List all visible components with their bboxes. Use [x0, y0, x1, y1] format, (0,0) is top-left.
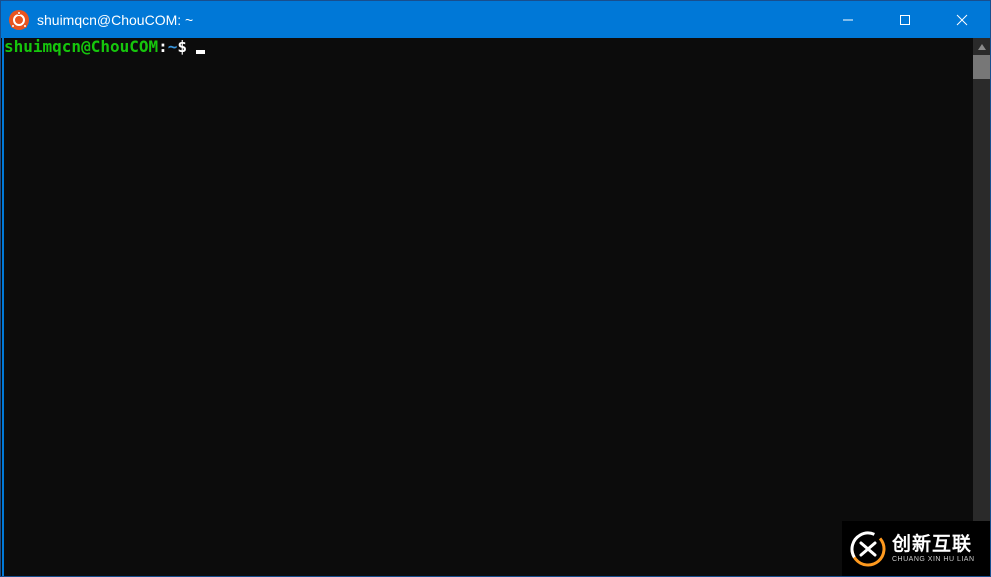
terminal[interactable]: shuimqcn@ChouCOM:~$ [1, 38, 973, 576]
titlebar[interactable]: shuimqcn@ChouCOM: ~ [1, 1, 990, 38]
maximize-icon [899, 14, 911, 26]
vertical-scrollbar[interactable] [973, 38, 990, 576]
maximize-button[interactable] [876, 1, 933, 38]
window-title: shuimqcn@ChouCOM: ~ [37, 12, 193, 28]
watermark-cn: 创新互联 [892, 535, 975, 554]
prompt-dollar: $ [177, 38, 187, 56]
window-controls [819, 1, 990, 38]
close-icon [956, 14, 968, 26]
minimize-button[interactable] [819, 1, 876, 38]
prompt-at: @ [81, 38, 91, 56]
prompt-colon: : [158, 38, 168, 56]
prompt-path: ~ [168, 38, 178, 56]
scroll-thumb[interactable] [973, 55, 990, 79]
ubuntu-icon [9, 10, 29, 30]
watermark-en: CHUANG XIN HU LIAN [892, 556, 975, 563]
close-button[interactable] [933, 1, 990, 38]
titlebar-left: shuimqcn@ChouCOM: ~ [1, 10, 819, 30]
watermark-logo-icon [850, 531, 886, 567]
watermark-text: 创新互联 CHUANG XIN HU LIAN [892, 535, 975, 563]
minimize-icon [842, 14, 854, 26]
client-area: shuimqcn@ChouCOM:~$ [1, 38, 990, 576]
prompt-host: ChouCOM [91, 38, 158, 56]
prompt-user: shuimqcn [4, 38, 81, 56]
terminal-cursor [196, 50, 205, 54]
window-left-edge [2, 38, 4, 576]
watermark: 创新互联 CHUANG XIN HU LIAN [842, 521, 990, 576]
window: shuimqcn@ChouCOM: ~ shuimqcn@ChouCOM:~$ [0, 0, 991, 577]
scroll-up-arrow-icon[interactable] [973, 38, 990, 55]
